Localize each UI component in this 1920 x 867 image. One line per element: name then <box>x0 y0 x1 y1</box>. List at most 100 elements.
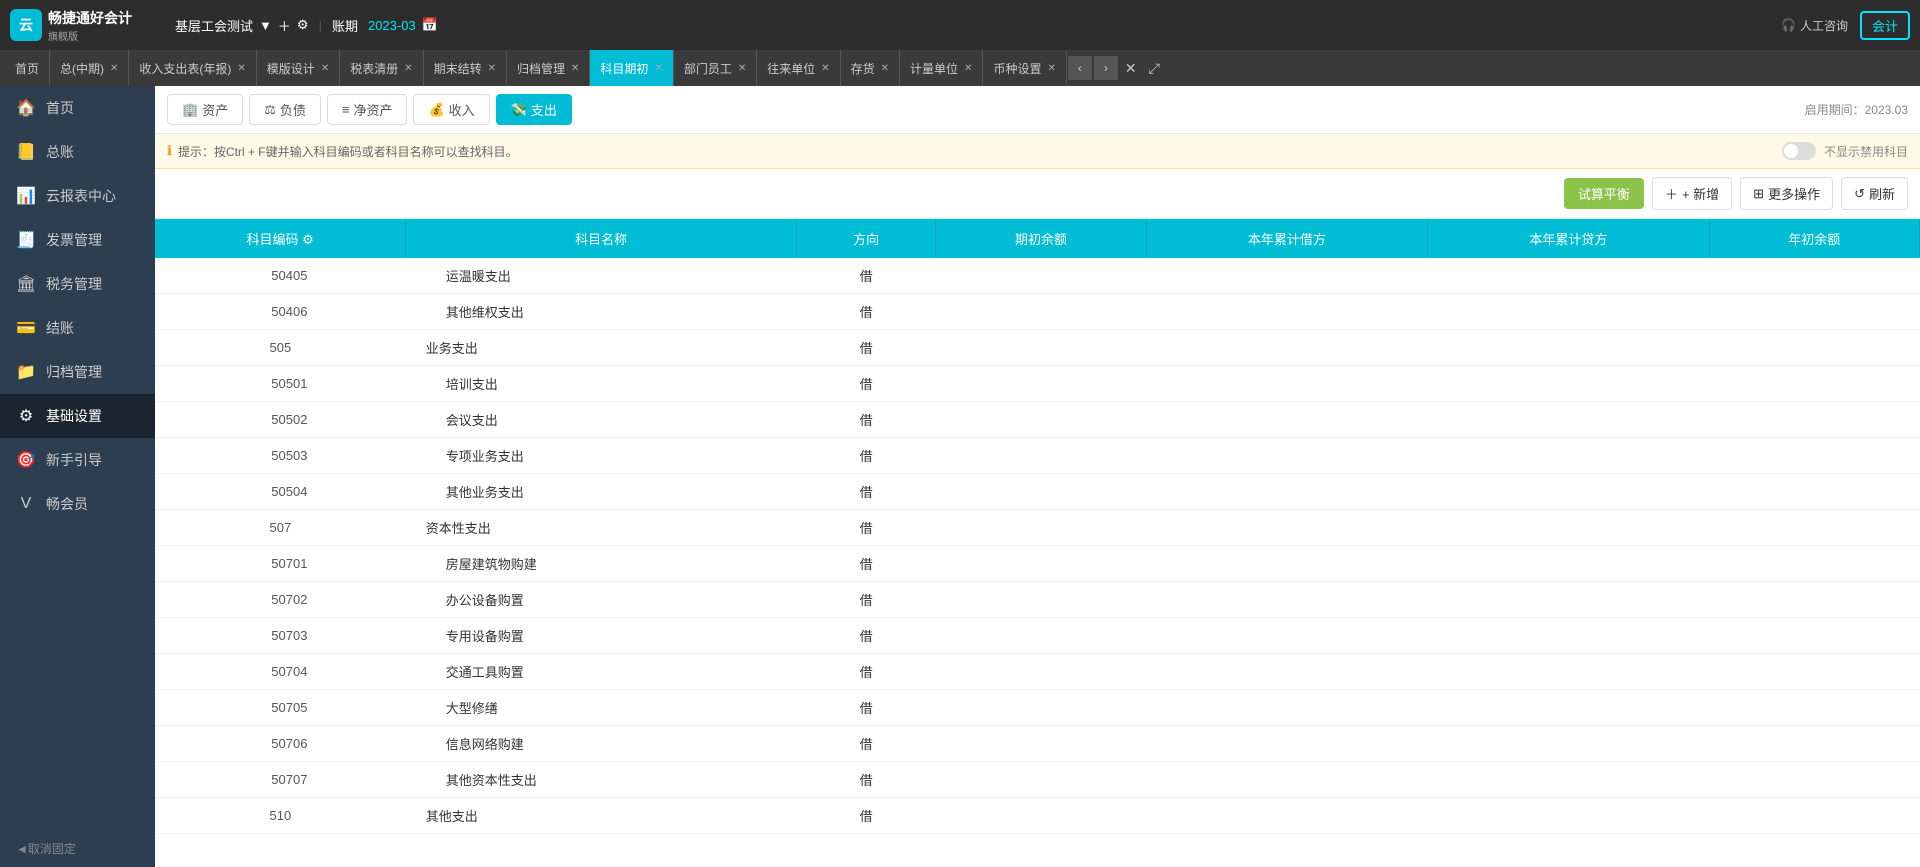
tab-item[interactable]: 归档管理✕ <box>507 50 590 86</box>
tab-close-icon[interactable]: ✕ <box>571 63 579 74</box>
tab-item[interactable]: 收入支出表(年报)✕ <box>129 50 256 86</box>
tab-close-icon[interactable]: ✕ <box>738 63 746 74</box>
tab-close-icon[interactable]: ✕ <box>881 63 889 74</box>
add-org-icon[interactable]: ＋ <box>278 16 291 35</box>
settings-icon[interactable]: ⚙ <box>297 17 309 33</box>
sidebar-icon: 📒 <box>16 142 36 162</box>
tab-close-icon[interactable]: ✕ <box>488 63 496 74</box>
cell-ytd-debit <box>1146 798 1427 834</box>
sub-tab-负债[interactable]: ⚖负债 <box>249 94 321 125</box>
tab-item[interactable]: 模版设计 ✕ <box>257 50 340 86</box>
sidebar-item-基础设置[interactable]: ⚙基础设置 <box>0 394 155 438</box>
top-header: 云 畅捷通好会计 旗舰版 基层工会测试 ▼ ＋ ⚙ | 账期 2023-03 📅… <box>0 0 1920 50</box>
tab-label: 往来单位 <box>767 60 815 77</box>
cell-ytd-debit <box>1146 294 1427 330</box>
sub-tab-收入[interactable]: 💰收入 <box>413 94 489 125</box>
kuaiji-button[interactable]: 会计 <box>1860 11 1910 40</box>
sidebar-item-首页[interactable]: 🏠首页 <box>0 86 155 130</box>
sidebar-collapse-button[interactable]: ◄取消固定 <box>0 830 155 867</box>
table-row[interactable]: 50704交通工具购置借 <box>155 654 1920 690</box>
tab-close-icon[interactable]: ✕ <box>821 63 829 74</box>
consult-button[interactable]: 🎧 人工咨询 <box>1781 17 1848 34</box>
sidebar-item-新手引导[interactable]: 🎯新手引导 <box>0 438 155 482</box>
sub-tab-资产[interactable]: 🏢资产 <box>167 94 243 125</box>
tab-item[interactable]: 部门员工✕ <box>674 50 757 86</box>
tab-expand-button[interactable]: ⤢ <box>1143 60 1166 77</box>
tab-item[interactable]: 总(中期)✕ <box>50 50 129 86</box>
table-row[interactable]: 510其他支出借 <box>155 798 1920 834</box>
disable-toggle[interactable] <box>1782 142 1816 160</box>
tab-close-icon[interactable]: ✕ <box>1047 63 1055 74</box>
table-row[interactable]: 50707其他资本性支出借 <box>155 762 1920 798</box>
cell-ytd-credit <box>1428 618 1709 654</box>
cell-period-balance <box>936 726 1146 762</box>
sub-tab-支出[interactable]: 💸支出 <box>496 94 572 125</box>
table-row[interactable]: 50503专项业务支出借 <box>155 438 1920 474</box>
sidebar-item-云报表中心[interactable]: 📊云报表中心 <box>0 174 155 218</box>
table-row[interactable]: 50705大型修缮借 <box>155 690 1920 726</box>
col-settings-icon[interactable]: ⚙ <box>302 232 314 247</box>
table-row[interactable]: 50702办公设备购置借 <box>155 582 1920 618</box>
cell-year-begin <box>1709 618 1919 654</box>
sidebar-item-归档管理[interactable]: 📁归档管理 <box>0 350 155 394</box>
tab-item[interactable]: 往来单位 ✕ <box>757 50 840 86</box>
cell-ytd-credit <box>1428 582 1709 618</box>
balance-button[interactable]: 试算平衡 <box>1564 178 1644 209</box>
sub-tab-净资产[interactable]: ≡净资产 <box>327 94 408 125</box>
logo-icon: 云 <box>10 9 42 41</box>
period-value: 2023-03 <box>368 18 416 33</box>
tab-item[interactable]: 计量单位✕ <box>900 50 983 86</box>
tab-close-all-button[interactable]: ✕ <box>1119 60 1143 77</box>
sidebar-icon: 🏠 <box>16 98 36 118</box>
sidebar-icon: 💳 <box>16 318 36 338</box>
tab-close-icon[interactable]: ✕ <box>237 63 245 74</box>
table-row[interactable]: 505业务支出借 <box>155 330 1920 366</box>
tab-item[interactable]: 科目期初✕ <box>590 50 673 86</box>
notice-text: 提示：按Ctrl + F键并输入科目编码或者科目名称可以查找科目。 <box>178 143 518 160</box>
tab-label: 模版设计 <box>267 60 315 77</box>
refresh-button[interactable]: ↺ 刷新 <box>1841 177 1908 210</box>
tab-prev-button[interactable]: ‹ <box>1068 56 1092 80</box>
calendar-icon[interactable]: 📅 <box>422 17 438 33</box>
cell-code: 50707 <box>155 762 406 798</box>
cell-ytd-debit <box>1146 438 1427 474</box>
table-row[interactable]: 50703专用设备购置借 <box>155 618 1920 654</box>
cell-name: 培训支出 <box>406 366 797 402</box>
tab-close-icon[interactable]: ✕ <box>964 63 972 74</box>
sidebar-item-发票管理[interactable]: 🧾发票管理 <box>0 218 155 262</box>
tab-item[interactable]: 币种设置✕ <box>983 50 1066 86</box>
cell-direction: 借 <box>796 546 935 582</box>
org-selector[interactable]: 基层工会测试 ▼ ＋ ⚙ | 账期 2023-03 📅 <box>175 16 438 35</box>
tab-label: 税表清册 <box>350 60 398 77</box>
sidebar-item-畅会员[interactable]: V畅会员 <box>0 482 155 526</box>
more-button[interactable]: ⊞ 更多操作 <box>1740 177 1833 210</box>
table-row[interactable]: 50701房屋建筑物购建借 <box>155 546 1920 582</box>
cell-name: 信息网络购建 <box>406 726 797 762</box>
cell-direction: 借 <box>796 330 935 366</box>
tab-next-button[interactable]: › <box>1094 56 1118 80</box>
sidebar-icon: 📊 <box>16 186 36 206</box>
sidebar-item-税务管理[interactable]: 🏛税务管理 <box>0 262 155 306</box>
table-row[interactable]: 50406其他维权支出借 <box>155 294 1920 330</box>
tab-item[interactable]: 税表清册 ✕ <box>340 50 423 86</box>
tab-item[interactable]: 存货✕ <box>841 50 900 86</box>
tab-close-icon[interactable]: ✕ <box>110 63 118 74</box>
cell-ytd-debit <box>1146 726 1427 762</box>
sidebar-item-结账[interactable]: 💳结账 <box>0 306 155 350</box>
tab-close-icon[interactable]: ✕ <box>404 63 412 74</box>
table-row[interactable]: 50502会议支出借 <box>155 402 1920 438</box>
tab-item[interactable]: 期末结转✕ <box>424 50 507 86</box>
table-row[interactable]: 50501培训支出借 <box>155 366 1920 402</box>
table-row[interactable]: 507资本性支出借 <box>155 510 1920 546</box>
table-container[interactable]: 科目编码 ⚙科目名称方向期初余额本年累计借方本年累计贷方年初余额 50405运温… <box>155 219 1920 867</box>
tab-item[interactable]: 首页 <box>5 50 50 86</box>
cell-name: 业务支出 <box>406 330 797 366</box>
sidebar-item-总账[interactable]: 📒总账 <box>0 130 155 174</box>
tab-close-icon[interactable]: ✕ <box>654 63 662 74</box>
table-row[interactable]: 50706信息网络购建借 <box>155 726 1920 762</box>
add-button[interactable]: ＋ + 新增 <box>1652 177 1732 210</box>
cell-year-begin <box>1709 438 1919 474</box>
table-row[interactable]: 50504其他业务支出借 <box>155 474 1920 510</box>
table-row[interactable]: 50405运温暖支出借 <box>155 258 1920 294</box>
tab-close-icon[interactable]: ✕ <box>321 63 329 74</box>
